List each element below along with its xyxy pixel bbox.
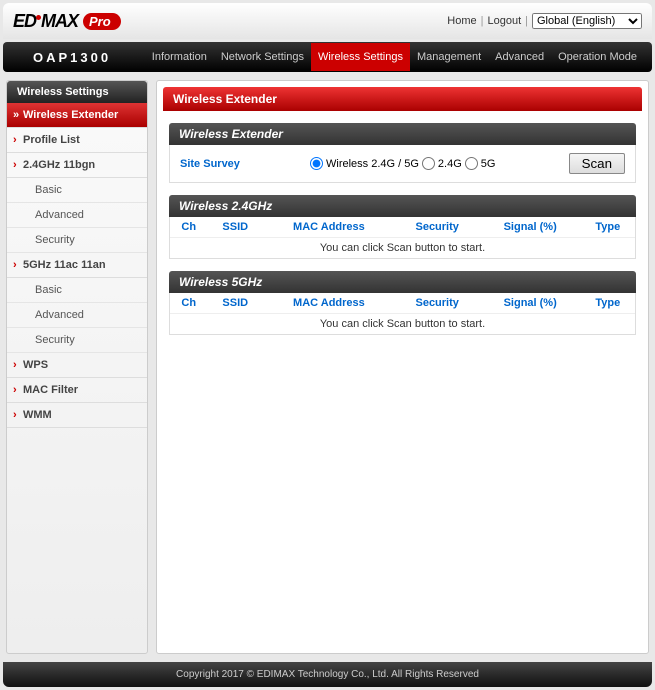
sidebar-sub-5-security[interactable]: Security bbox=[7, 328, 147, 353]
tab-wireless-settings[interactable]: Wireless Settings bbox=[311, 43, 410, 71]
hint-5: You can click Scan button to start. bbox=[170, 314, 635, 335]
footer: Copyright 2017 © EDIMAX Technology Co., … bbox=[3, 662, 652, 687]
radio-24g[interactable] bbox=[422, 157, 435, 170]
table-24ghz: Ch SSID MAC Address Security Signal (%) … bbox=[170, 217, 635, 258]
main-area: Wireless Settings Wireless Extender Prof… bbox=[0, 72, 655, 662]
col-signal[interactable]: Signal (%) bbox=[480, 217, 581, 238]
language-select[interactable]: Global (English) bbox=[532, 13, 642, 29]
logo-text: EDMAX bbox=[13, 11, 78, 32]
section-5-heading: Wireless 5GHz bbox=[169, 271, 636, 293]
top-nav: OAP1300 Information Network Settings Wir… bbox=[3, 42, 652, 72]
sidebar-sub-24-basic[interactable]: Basic bbox=[7, 178, 147, 203]
table-row: Ch SSID MAC Address Security Signal (%) … bbox=[170, 293, 635, 314]
tab-advanced[interactable]: Advanced bbox=[488, 43, 551, 71]
radio-24g-label: 2.4G bbox=[438, 158, 462, 170]
nav-tabs: Information Network Settings Wireless Se… bbox=[145, 43, 644, 71]
sidebar-item-profile-list[interactable]: Profile List bbox=[7, 128, 147, 153]
col-ch[interactable]: Ch bbox=[170, 293, 207, 314]
section-wireless-5: Wireless 5GHz Ch SSID MAC Address Securi… bbox=[169, 271, 636, 335]
logo-pro-badge: Pro bbox=[83, 13, 121, 30]
tab-management[interactable]: Management bbox=[410, 43, 488, 71]
table-row: You can click Scan button to start. bbox=[170, 238, 635, 259]
hint-24: You can click Scan button to start. bbox=[170, 238, 635, 259]
sidebar-item-wireless-extender[interactable]: Wireless Extender bbox=[7, 103, 147, 128]
sidebar-title: Wireless Settings bbox=[7, 81, 147, 103]
section-extender-heading: Wireless Extender bbox=[169, 123, 636, 145]
panel-title: Wireless Extender bbox=[163, 87, 642, 111]
sidebar-sub-24-advanced[interactable]: Advanced bbox=[7, 203, 147, 228]
band-radio-group: Wireless 2.4G / 5G 2.4G 5G bbox=[310, 157, 559, 170]
section-24-heading: Wireless 2.4GHz bbox=[169, 195, 636, 217]
col-mac[interactable]: MAC Address bbox=[263, 217, 395, 238]
tab-operation-mode[interactable]: Operation Mode bbox=[551, 43, 644, 71]
logout-link[interactable]: Logout bbox=[487, 15, 521, 27]
col-signal[interactable]: Signal (%) bbox=[480, 293, 581, 314]
sidebar-item-wmm[interactable]: WMM bbox=[7, 403, 147, 428]
col-mac[interactable]: MAC Address bbox=[263, 293, 395, 314]
col-ssid[interactable]: SSID bbox=[207, 217, 263, 238]
content-panel: Wireless Extender Wireless Extender Site… bbox=[156, 80, 649, 654]
radio-24g5g[interactable] bbox=[310, 157, 323, 170]
col-security[interactable]: Security bbox=[395, 217, 480, 238]
brand-logo: EDMAX Pro bbox=[13, 11, 121, 32]
sidebar-sub-5-advanced[interactable]: Advanced bbox=[7, 303, 147, 328]
header-bar: EDMAX Pro Home | Logout | Global (Englis… bbox=[3, 3, 652, 39]
radio-24g5g-label: Wireless 2.4G / 5G bbox=[326, 158, 419, 170]
sidebar-item-mac-filter[interactable]: MAC Filter bbox=[7, 378, 147, 403]
col-ch[interactable]: Ch bbox=[170, 217, 207, 238]
tab-information[interactable]: Information bbox=[145, 43, 214, 71]
col-ssid[interactable]: SSID bbox=[207, 293, 263, 314]
table-row: You can click Scan button to start. bbox=[170, 314, 635, 335]
site-survey-link[interactable]: Site Survey bbox=[180, 158, 300, 170]
sidebar-sub-5-basic[interactable]: Basic bbox=[7, 278, 147, 303]
sidebar-item-wps[interactable]: WPS bbox=[7, 353, 147, 378]
sidebar: Wireless Settings Wireless Extender Prof… bbox=[6, 80, 148, 654]
table-5ghz: Ch SSID MAC Address Security Signal (%) … bbox=[170, 293, 635, 334]
section-wireless-24: Wireless 2.4GHz Ch SSID MAC Address Secu… bbox=[169, 195, 636, 259]
scan-button[interactable]: Scan bbox=[569, 153, 625, 174]
sidebar-item-5ghz[interactable]: 5GHz 11ac 11an bbox=[7, 253, 147, 278]
model-name: OAP1300 bbox=[33, 50, 145, 65]
radio-5g-label: 5G bbox=[481, 158, 496, 170]
sidebar-sub-24-security[interactable]: Security bbox=[7, 228, 147, 253]
tab-network-settings[interactable]: Network Settings bbox=[214, 43, 311, 71]
section-extender: Wireless Extender Site Survey Wireless 2… bbox=[169, 123, 636, 183]
header-actions: Home | Logout | Global (English) bbox=[447, 13, 642, 29]
home-link[interactable]: Home bbox=[447, 15, 476, 27]
table-row: Ch SSID MAC Address Security Signal (%) … bbox=[170, 217, 635, 238]
radio-5g[interactable] bbox=[465, 157, 478, 170]
col-type[interactable]: Type bbox=[581, 217, 635, 238]
col-type[interactable]: Type bbox=[581, 293, 635, 314]
col-security[interactable]: Security bbox=[395, 293, 480, 314]
sidebar-item-24ghz[interactable]: 2.4GHz 11bgn bbox=[7, 153, 147, 178]
